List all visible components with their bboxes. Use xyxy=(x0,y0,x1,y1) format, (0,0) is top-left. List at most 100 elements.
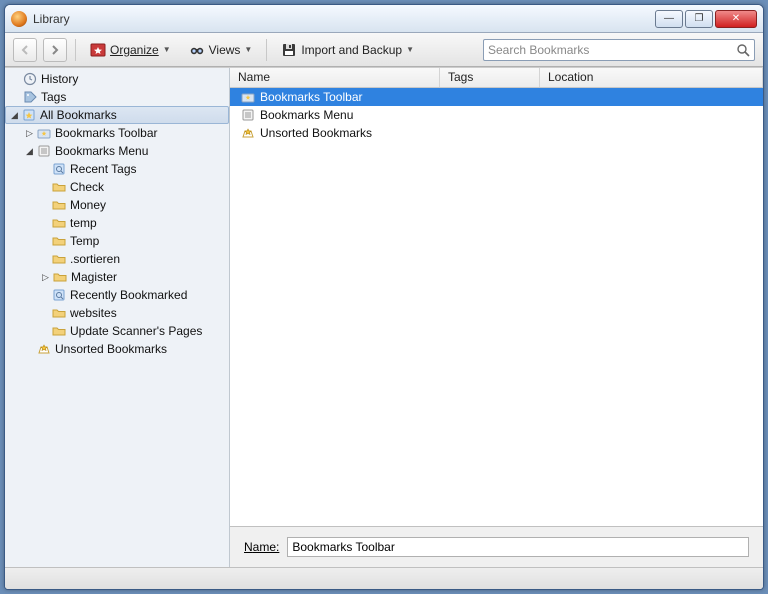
tree-label: Recent Tags xyxy=(70,162,137,176)
tree-label: Money xyxy=(70,198,106,212)
firefox-icon xyxy=(11,11,27,27)
folder-icon xyxy=(52,269,68,285)
bookmark-list[interactable]: Bookmarks Toolbar Bookmarks Menu Unsorte… xyxy=(230,88,763,526)
search-box[interactable] xyxy=(483,39,755,61)
folder-icon xyxy=(51,179,67,195)
menu-folder-icon xyxy=(36,143,52,159)
col-tags[interactable]: Tags xyxy=(440,68,540,87)
sidebar-tree[interactable]: History Tags ◢ All Bookmarks ▷ Bookmarks… xyxy=(5,68,230,567)
list-row-unsorted-bookmarks[interactable]: Unsorted Bookmarks xyxy=(230,124,763,142)
tree-item-folder-money[interactable]: Money xyxy=(5,196,229,214)
list-row-bookmarks-toolbar[interactable]: Bookmarks Toolbar xyxy=(230,88,763,106)
row-label: Bookmarks Toolbar xyxy=(260,90,363,104)
arrow-right-icon xyxy=(49,44,61,56)
toolbar-folder-icon xyxy=(240,89,256,105)
binoculars-icon xyxy=(189,42,205,58)
bookmarks-icon xyxy=(21,107,37,123)
folder-icon xyxy=(51,233,67,249)
back-button[interactable] xyxy=(13,38,37,62)
organize-icon xyxy=(90,42,106,58)
clock-icon xyxy=(22,71,38,87)
folder-icon xyxy=(51,197,67,213)
import-backup-label: Import and Backup xyxy=(301,43,402,57)
tree-label: Unsorted Bookmarks xyxy=(55,342,167,356)
tag-icon xyxy=(22,89,38,105)
content-area: History Tags ◢ All Bookmarks ▷ Bookmarks… xyxy=(5,67,763,567)
tree-label: All Bookmarks xyxy=(40,108,117,122)
titlebar[interactable]: Library — ❐ ✕ xyxy=(5,5,763,33)
toolbar-folder-icon xyxy=(36,125,52,141)
expander-icon[interactable]: ◢ xyxy=(23,146,36,157)
detail-name-label: Name: xyxy=(244,540,279,554)
floppy-icon xyxy=(281,42,297,58)
tree-item-folder-update-scanner[interactable]: Update Scanner's Pages xyxy=(5,322,229,340)
statusbar xyxy=(5,567,763,589)
arrow-left-icon xyxy=(19,44,31,56)
tree-label: Temp xyxy=(70,234,99,248)
list-row-bookmarks-menu[interactable]: Bookmarks Menu xyxy=(230,106,763,124)
tree-label: temp xyxy=(70,216,97,230)
expander-icon[interactable]: ◢ xyxy=(8,110,21,121)
tree-item-folder-temp1[interactable]: temp xyxy=(5,214,229,232)
minimize-button[interactable]: — xyxy=(655,10,683,28)
organize-label: Organize xyxy=(110,43,159,57)
chevron-down-icon: ▼ xyxy=(244,45,252,54)
tree-label: Recently Bookmarked xyxy=(70,288,187,302)
detail-pane: Name: xyxy=(230,526,763,567)
folder-icon xyxy=(51,251,67,267)
expander-icon[interactable]: ▷ xyxy=(23,128,36,139)
chevron-down-icon: ▼ xyxy=(163,45,171,54)
unsorted-icon xyxy=(240,125,256,141)
unsorted-icon xyxy=(36,341,52,357)
smart-folder-icon xyxy=(51,161,67,177)
expander-icon[interactable]: ▷ xyxy=(39,272,52,283)
tree-item-folder-websites[interactable]: websites xyxy=(5,304,229,322)
tree-item-folder-sortieren[interactable]: .sortieren xyxy=(5,250,229,268)
tree-label: History xyxy=(41,72,78,86)
folder-icon xyxy=(51,323,67,339)
tree-label: Bookmarks Menu xyxy=(55,144,148,158)
tree-item-history[interactable]: History xyxy=(5,70,229,88)
import-backup-menu[interactable]: Import and Backup ▼ xyxy=(275,39,420,61)
chevron-down-icon: ▼ xyxy=(406,45,414,54)
col-location[interactable]: Location xyxy=(540,68,763,87)
smart-folder-icon xyxy=(51,287,67,303)
tree-item-folder-check[interactable]: Check xyxy=(5,178,229,196)
tree-item-bookmarks-toolbar[interactable]: ▷ Bookmarks Toolbar xyxy=(5,124,229,142)
tree-item-bookmarks-menu[interactable]: ◢ Bookmarks Menu xyxy=(5,142,229,160)
search-input[interactable] xyxy=(488,43,736,57)
search-icon xyxy=(736,43,750,57)
toolbar: Organize ▼ Views ▼ Import and Backup ▼ xyxy=(5,33,763,67)
row-label: Unsorted Bookmarks xyxy=(260,126,372,140)
tree-item-folder-temp2[interactable]: Temp xyxy=(5,232,229,250)
main-pane: Name Tags Location Bookmarks Toolbar Boo… xyxy=(230,68,763,567)
window-buttons: — ❐ ✕ xyxy=(655,10,757,28)
views-menu[interactable]: Views ▼ xyxy=(183,39,259,61)
tree-label: Magister xyxy=(71,270,117,284)
row-label: Bookmarks Menu xyxy=(260,108,353,122)
tree-label: .sortieren xyxy=(70,252,120,266)
tree-item-folder-magister[interactable]: ▷ Magister xyxy=(5,268,229,286)
tree-label: Check xyxy=(70,180,104,194)
tree-label: Update Scanner's Pages xyxy=(70,324,202,338)
organize-menu[interactable]: Organize ▼ xyxy=(84,39,177,61)
detail-name-input[interactable] xyxy=(287,537,749,557)
window-title: Library xyxy=(33,12,655,26)
close-button[interactable]: ✕ xyxy=(715,10,757,28)
tree-item-recently-bookmarked[interactable]: Recently Bookmarked xyxy=(5,286,229,304)
views-label: Views xyxy=(209,43,241,57)
menu-folder-icon xyxy=(240,107,256,123)
column-headers[interactable]: Name Tags Location xyxy=(230,68,763,88)
tree-item-all-bookmarks[interactable]: ◢ All Bookmarks xyxy=(5,106,229,124)
tree-item-recent-tags[interactable]: Recent Tags xyxy=(5,160,229,178)
maximize-button[interactable]: ❐ xyxy=(685,10,713,28)
forward-button[interactable] xyxy=(43,38,67,62)
folder-icon xyxy=(51,215,67,231)
col-name[interactable]: Name xyxy=(230,68,440,87)
tree-item-tags[interactable]: Tags xyxy=(5,88,229,106)
tree-label: websites xyxy=(70,306,117,320)
tree-item-unsorted-bookmarks[interactable]: Unsorted Bookmarks xyxy=(5,340,229,358)
library-window: Library — ❐ ✕ Organize ▼ Views ▼ xyxy=(4,4,764,590)
tree-label: Bookmarks Toolbar xyxy=(55,126,158,140)
tree-label: Tags xyxy=(41,90,66,104)
